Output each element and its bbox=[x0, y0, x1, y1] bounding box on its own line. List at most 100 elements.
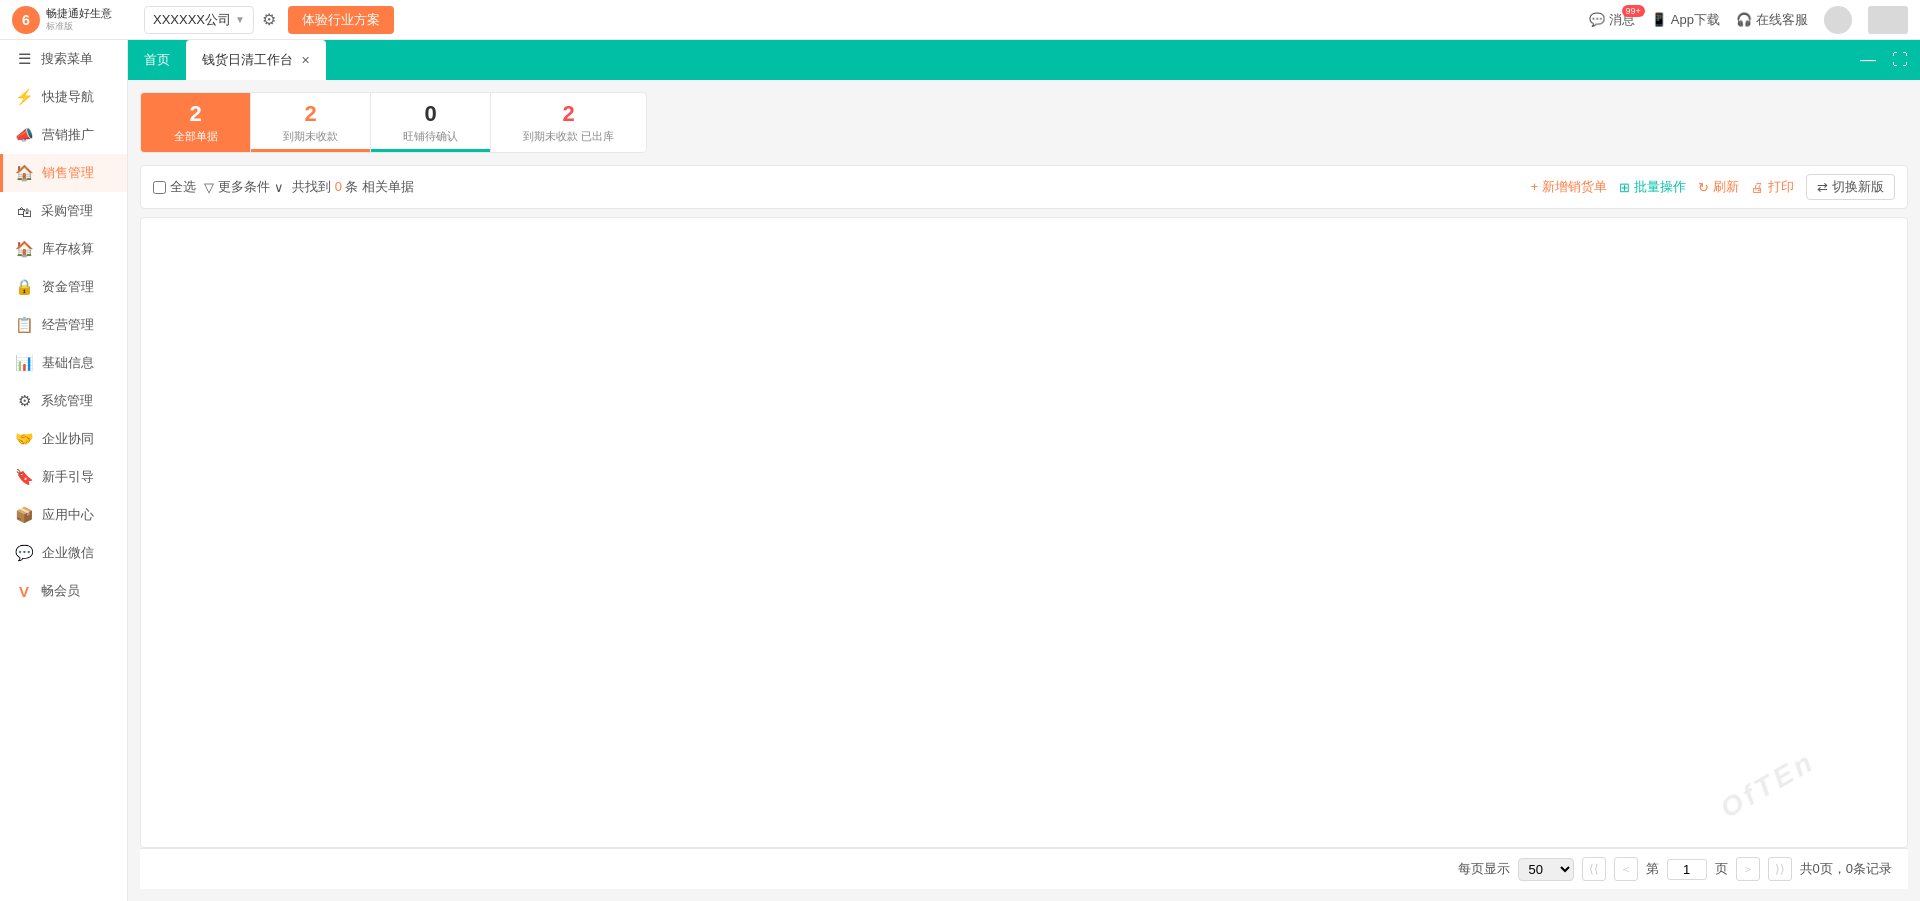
top-bar-right: 💬 消息 99+ 📱 App下载 🎧 在线客服 bbox=[1589, 6, 1908, 34]
sidebar-item-sales[interactable]: 🏠 销售管理 bbox=[0, 154, 127, 192]
first-page-button[interactable]: ⟨⟨ bbox=[1582, 857, 1606, 881]
inventory-icon: 🏠 bbox=[15, 240, 34, 258]
app-download-action[interactable]: 📱 App下载 bbox=[1651, 11, 1720, 29]
toolbar: 全选 ▽ 更多条件 ∨ 共找到 0 条 相关单据 + 新增销货单 bbox=[140, 165, 1908, 209]
stat-tab-overdue-unshipped[interactable]: 2 到期未收款 已出库 bbox=[491, 93, 646, 152]
sidebar-item-inventory[interactable]: 🏠 库存核算 bbox=[0, 230, 127, 268]
stat-tab-all[interactable]: 2 全部单据 bbox=[141, 93, 251, 152]
user-name-area[interactable] bbox=[1868, 6, 1908, 34]
sidebar-item-search-menu[interactable]: ☰ 搜索菜单 bbox=[0, 40, 127, 78]
count-text: 共找到 bbox=[292, 179, 331, 194]
related-label: 相关单据 bbox=[362, 179, 414, 194]
stat-label-overdue-unpaid: 到期未收款 bbox=[283, 129, 338, 144]
current-page-input[interactable] bbox=[1667, 859, 1707, 880]
sidebar-label-wechat: 企业微信 bbox=[42, 544, 94, 562]
last-page-button[interactable]: ⟩⟩ bbox=[1768, 857, 1792, 881]
sidebar-item-member[interactable]: V 畅会员 bbox=[0, 572, 127, 610]
per-page-select[interactable]: 50 100 200 bbox=[1518, 858, 1574, 881]
sidebar-item-app-center[interactable]: 📦 应用中心 bbox=[0, 496, 127, 534]
basic-info-icon: 📊 bbox=[15, 354, 34, 372]
online-service-action[interactable]: 🎧 在线客服 bbox=[1736, 11, 1808, 29]
tab-workspace-label: 钱货日清工作台 bbox=[202, 51, 293, 69]
sidebar-label-guide: 新手引导 bbox=[42, 468, 94, 486]
prev-page-button[interactable]: ＜ bbox=[1614, 857, 1638, 881]
logo-text-group: 畅捷通好生意 标准版 bbox=[46, 6, 112, 33]
count-value: 0 bbox=[335, 179, 342, 194]
sidebar-item-wechat[interactable]: 💬 企业微信 bbox=[0, 534, 127, 572]
trial-button[interactable]: 体验行业方案 bbox=[288, 6, 394, 34]
refresh-icon: ↻ bbox=[1698, 180, 1709, 195]
logo-sub: 标准版 bbox=[46, 20, 112, 33]
sidebar-item-cooperation[interactable]: 🤝 企业协同 bbox=[0, 420, 127, 458]
stat-tab-overdue-unpaid[interactable]: 2 到期未收款 bbox=[251, 93, 371, 152]
logo-area: 6 畅捷通好生意 标准版 bbox=[12, 6, 140, 34]
sidebar-label-purchase: 采购管理 bbox=[41, 202, 93, 220]
sidebar-label-inventory: 库存核算 bbox=[42, 240, 94, 258]
message-action[interactable]: 💬 消息 99+ bbox=[1589, 11, 1635, 29]
operations-icon: 📋 bbox=[15, 316, 34, 334]
batch-label: 批量操作 bbox=[1634, 178, 1686, 196]
filter-button[interactable]: ▽ 更多条件 ∨ bbox=[204, 178, 284, 196]
top-bar: 6 畅捷通好生意 标准版 XXXXXX公司 ▼ ⚙ 体验行业方案 💬 消息 99… bbox=[0, 0, 1920, 40]
toolbar-left: 全选 ▽ 更多条件 ∨ 共找到 0 条 相关单据 bbox=[153, 178, 1523, 196]
print-button[interactable]: 🖨 打印 bbox=[1751, 178, 1794, 196]
tab-workspace[interactable]: 钱货日清工作台 ✕ bbox=[186, 40, 326, 80]
page-end-label: 页 bbox=[1715, 860, 1728, 878]
new-sales-order-button[interactable]: + 新增销货单 bbox=[1531, 178, 1607, 196]
app-download-icon: 📱 bbox=[1651, 12, 1667, 27]
stat-label-pending-confirm: 旺铺待确认 bbox=[403, 129, 458, 144]
sidebar-item-operations[interactable]: 📋 经营管理 bbox=[0, 306, 127, 344]
tab-close-icon[interactable]: ✕ bbox=[301, 54, 310, 67]
online-service-icon: 🎧 bbox=[1736, 12, 1752, 27]
tab-bar-actions: — ⛶ bbox=[1856, 51, 1920, 69]
switch-icon: ⇄ bbox=[1817, 180, 1828, 195]
settings-icon[interactable]: ⚙ bbox=[262, 10, 276, 29]
total-info: 共0页，0条记录 bbox=[1800, 860, 1892, 878]
quick-nav-icon: ⚡ bbox=[15, 88, 34, 106]
sidebar-label-sales: 销售管理 bbox=[42, 164, 94, 182]
sidebar-item-finance[interactable]: 🔒 资金管理 bbox=[0, 268, 127, 306]
print-label: 打印 bbox=[1768, 178, 1794, 196]
sidebar-label-app-center: 应用中心 bbox=[42, 506, 94, 524]
stat-tab-pending-confirm[interactable]: 0 旺铺待确认 bbox=[371, 93, 491, 152]
app-download-label: App下载 bbox=[1671, 11, 1720, 29]
tab-bar: 首页 钱货日清工作台 ✕ — ⛶ bbox=[128, 40, 1920, 80]
sidebar-item-marketing[interactable]: 📣 营销推广 bbox=[0, 116, 127, 154]
user-avatar[interactable] bbox=[1824, 6, 1852, 34]
pagination-bar: 每页显示 50 100 200 ⟨⟨ ＜ 第 页 ＞ ⟩⟩ 共0页，0条记录 bbox=[140, 848, 1908, 889]
logo-name: 畅捷通好生意 bbox=[46, 6, 112, 20]
marketing-icon: 📣 bbox=[15, 126, 34, 144]
guide-icon: 🔖 bbox=[15, 468, 34, 486]
stat-count-pending-confirm: 0 bbox=[424, 101, 436, 127]
stat-count-overdue-unshipped: 2 bbox=[562, 101, 574, 127]
sidebar-label-quick-nav: 快捷导航 bbox=[42, 88, 94, 106]
refresh-button[interactable]: ↻ 刷新 bbox=[1698, 178, 1739, 196]
sidebar-item-system[interactable]: ⚙ 系统管理 bbox=[0, 382, 127, 420]
sales-icon: 🏠 bbox=[15, 164, 34, 182]
per-page-label: 每页显示 bbox=[1458, 860, 1510, 878]
company-dropdown-icon: ▼ bbox=[235, 14, 245, 25]
sidebar-item-quick-nav[interactable]: ⚡ 快捷导航 bbox=[0, 78, 127, 116]
select-all-checkbox[interactable] bbox=[153, 181, 166, 194]
message-badge: 99+ bbox=[1622, 5, 1645, 17]
sidebar-label-cooperation: 企业协同 bbox=[42, 430, 94, 448]
count-unit: 条 bbox=[345, 179, 358, 194]
company-selector[interactable]: XXXXXX公司 ▼ bbox=[144, 6, 254, 34]
sidebar-item-basic-info[interactable]: 📊 基础信息 bbox=[0, 344, 127, 382]
filter-dropdown-icon: ∨ bbox=[274, 180, 284, 195]
batch-operation-button[interactable]: ⊞ 批量操作 bbox=[1619, 178, 1686, 196]
batch-icon: ⊞ bbox=[1619, 180, 1630, 195]
sidebar-label-member: 畅会员 bbox=[41, 582, 80, 600]
tab-maximize-button[interactable]: ⛶ bbox=[1888, 51, 1912, 69]
main-content: 2 全部单据 2 到期未收款 0 旺铺待确认 2 到期未收款 已出库 bbox=[128, 80, 1920, 901]
next-page-button[interactable]: ＞ bbox=[1736, 857, 1760, 881]
sidebar-item-purchase[interactable]: 🛍 采购管理 bbox=[0, 192, 127, 230]
select-all-label[interactable]: 全选 bbox=[153, 178, 196, 196]
sidebar-label-marketing: 营销推广 bbox=[42, 126, 94, 144]
main-layout: ☰ 搜索菜单 ⚡ 快捷导航 📣 营销推广 🏠 销售管理 🛍 采购管理 🏠 库存核… bbox=[0, 40, 1920, 901]
switch-version-button[interactable]: ⇄ 切换新版 bbox=[1806, 174, 1895, 200]
company-name: XXXXXX公司 bbox=[153, 11, 231, 29]
tab-home[interactable]: 首页 bbox=[128, 40, 186, 80]
tab-minimize-button[interactable]: — bbox=[1856, 51, 1880, 69]
sidebar-item-guide[interactable]: 🔖 新手引导 bbox=[0, 458, 127, 496]
